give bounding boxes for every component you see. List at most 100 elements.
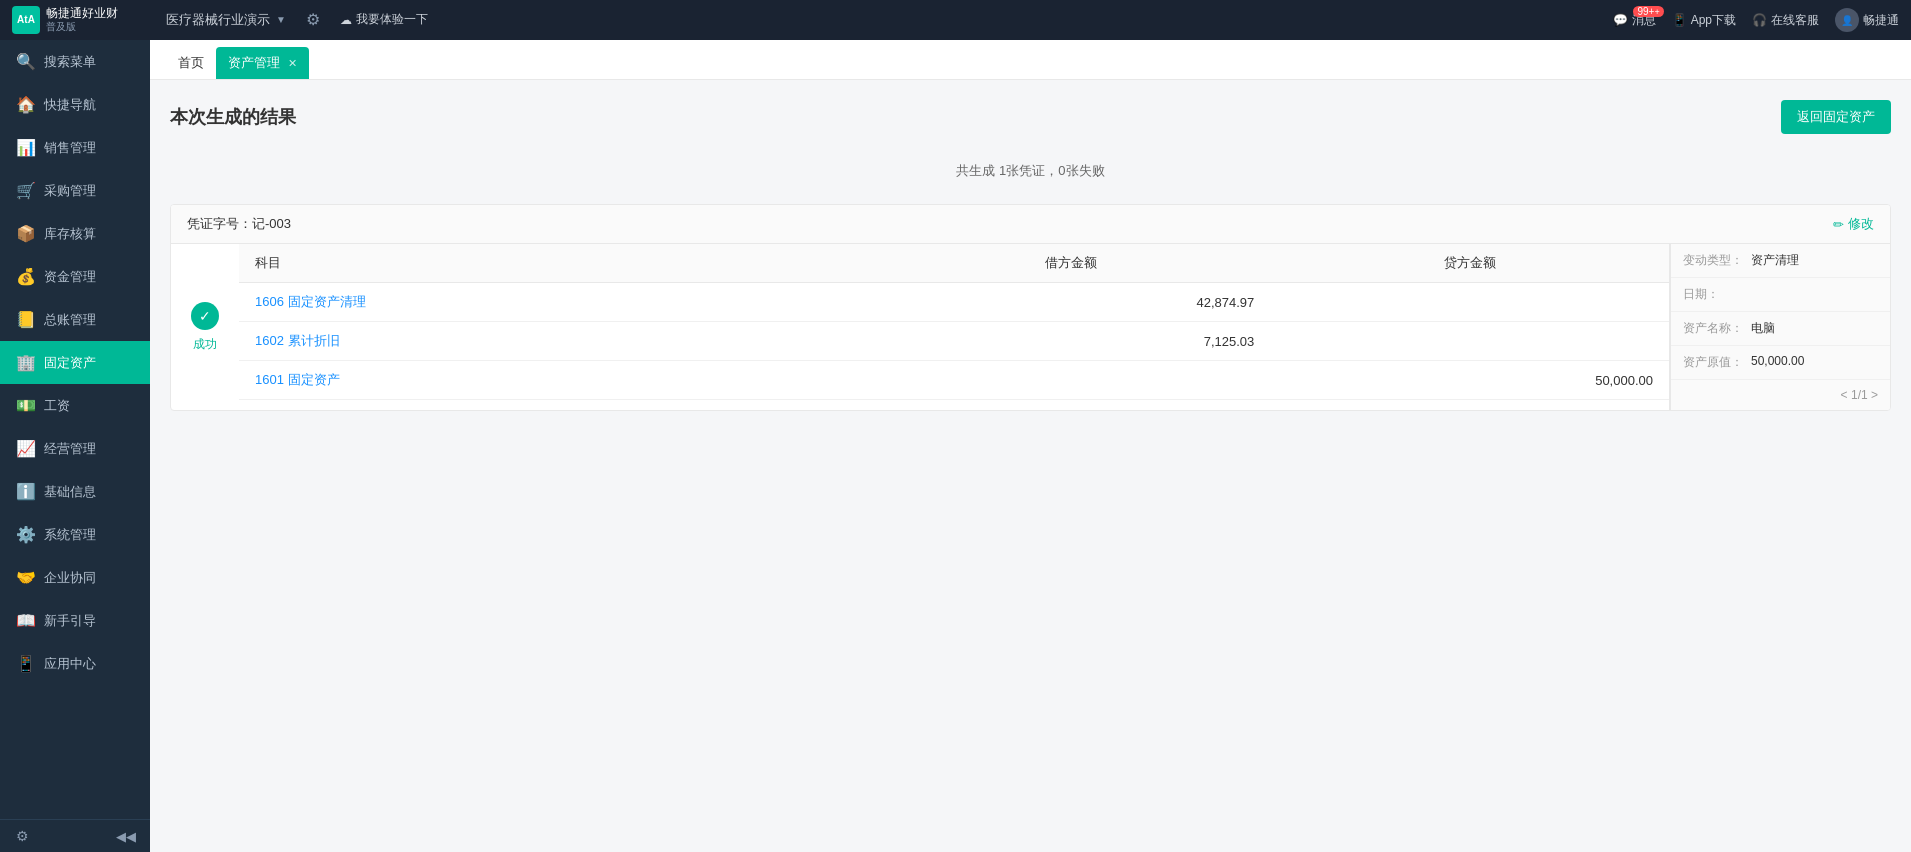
voucher-table: 科目 借方金额 贷方金额 1606 固定资产清理 42,874.97 (239, 244, 1670, 410)
logo-title: 畅捷通好业财 (46, 6, 118, 20)
pagination-text: 1/1 (1851, 388, 1871, 402)
sidebar-item-basic-info[interactable]: ℹ️ 基础信息 (0, 470, 150, 513)
bottom-settings-icon[interactable]: ⚙ (16, 828, 29, 844)
success-indicator: ✓ 成功 (171, 244, 239, 410)
online-service-button[interactable]: 🎧 在线客服 (1752, 12, 1819, 29)
phone-icon: 📱 (1672, 13, 1687, 27)
dropdown-arrow-icon: ▼ (276, 14, 286, 25)
tab-home[interactable]: 首页 (166, 47, 216, 79)
handshake-icon: 🤝 (16, 568, 34, 587)
content-area: 首页 资产管理 ✕ 本次生成的结果 返回固定资产 共生成 1张凭证，0张失败 (150, 40, 1911, 852)
next-page-button[interactable]: > (1871, 388, 1878, 402)
col-subject: 科目 (239, 244, 872, 283)
date-label: 日期： (1683, 286, 1719, 303)
trend-icon: 📈 (16, 439, 34, 458)
asset-name-label: 资产名称： (1683, 320, 1743, 337)
credit-cell (1270, 283, 1669, 322)
user-menu[interactable]: 👤 畅捷通 (1835, 8, 1899, 32)
sidebar-item-quicknav[interactable]: 🏠 快捷导航 (0, 83, 150, 126)
voucher-body: ✓ 成功 科目 借方金额 贷方金额 (171, 244, 1890, 410)
subject-cell: 1601 固定资产 (239, 361, 872, 400)
page-title-area: 本次生成的结果 返回固定资产 (170, 100, 1891, 134)
table-row: 1606 固定资产清理 42,874.97 (239, 283, 1669, 322)
sidebar-item-label: 固定资产 (44, 354, 96, 372)
sidebar-item-label: 搜索菜单 (44, 53, 96, 71)
debit-cell: 7,125.03 (872, 322, 1271, 361)
sidebar-item-search[interactable]: 🔍 搜索菜单 (0, 40, 150, 83)
col-credit: 贷方金额 (1270, 244, 1669, 283)
sidebar-item-ledger[interactable]: 📒 总账管理 (0, 298, 150, 341)
change-type-value: 资产清理 (1751, 252, 1799, 269)
sidebar-item-newbie[interactable]: 📖 新手引导 (0, 599, 150, 642)
return-fixed-assets-button[interactable]: 返回固定资产 (1781, 100, 1891, 134)
original-value-label: 资产原值： (1683, 354, 1743, 371)
app-icon: 📱 (16, 654, 34, 673)
sidebar-item-label: 基础信息 (44, 483, 96, 501)
change-type-row: 变动类型： 资产清理 (1671, 244, 1890, 278)
gear-icon: ⚙️ (16, 525, 34, 544)
experience-button[interactable]: ☁ 我要体验一下 (332, 11, 436, 28)
sidebar-item-label: 快捷导航 (44, 96, 96, 114)
box-icon: 📦 (16, 224, 34, 243)
success-check-icon: ✓ (191, 302, 219, 330)
tab-home-label: 首页 (178, 54, 204, 72)
original-value-value: 50,000.00 (1751, 354, 1804, 371)
sidebar-item-label: 资金管理 (44, 268, 96, 286)
date-row: 日期： (1671, 278, 1890, 312)
page-title: 本次生成的结果 (170, 105, 296, 129)
sidebar-item-system[interactable]: ⚙️ 系统管理 (0, 513, 150, 556)
voucher-header: 凭证字号：记-003 ✏ 修改 (171, 205, 1890, 244)
sidebar-item-payroll[interactable]: 💵 工资 (0, 384, 150, 427)
logo-text-area: 畅捷通好业财 普及版 (46, 6, 118, 34)
main-layout: 🔍 搜索菜单 🏠 快捷导航 📊 销售管理 🛒 采购管理 📦 库存核算 💰 (0, 40, 1911, 852)
logo-subtitle: 普及版 (46, 20, 118, 34)
subject-cell: 1602 累计折旧 (239, 322, 872, 361)
sidebar-item-finance[interactable]: 💰 资金管理 (0, 255, 150, 298)
voucher-edit-button[interactable]: ✏ 修改 (1833, 215, 1874, 233)
sidebar-item-app-center[interactable]: 📱 应用中心 (0, 642, 150, 685)
tab-asset-management[interactable]: 资产管理 ✕ (216, 47, 309, 79)
asset-name-value: 电脑 (1751, 320, 1775, 337)
wallet-icon: 💵 (16, 396, 34, 415)
tab-asset-management-label: 资产管理 (228, 54, 280, 72)
top-header: AtA 畅捷通好业财 普及版 医疗器械行业演示 ▼ ⚙ ☁ 我要体验一下 💬 消… (0, 0, 1911, 40)
sidebar-item-label: 工资 (44, 397, 70, 415)
header-right: 💬 消息 99++ 📱 App下载 🎧 在线客服 👤 畅捷通 (1613, 8, 1899, 32)
sidebar-scroll: 🔍 搜索菜单 🏠 快捷导航 📊 销售管理 🛒 采购管理 📦 库存核算 💰 (0, 40, 150, 819)
side-info-panel: 变动类型： 资产清理 日期： 资产名称： 电脑 资产原值： (1670, 244, 1890, 410)
logo-icon: AtA (12, 6, 40, 34)
search-icon: 🔍 (16, 52, 34, 71)
logo-area: AtA 畅捷通好业财 普及版 (0, 6, 150, 34)
sidebar-item-enterprise[interactable]: 🤝 企业协同 (0, 556, 150, 599)
building-icon: 🏢 (16, 353, 34, 372)
company-selector[interactable]: 医疗器械行业演示 ▼ (158, 11, 294, 29)
col-debit: 借方金额 (872, 244, 1271, 283)
sidebar-collapse-button[interactable]: ◀◀ (118, 828, 134, 844)
prev-page-button[interactable]: < (1841, 388, 1848, 402)
info-icon: ℹ️ (16, 482, 34, 501)
avatar: 👤 (1835, 8, 1859, 32)
sidebar-item-label: 销售管理 (44, 139, 96, 157)
tab-close-icon[interactable]: ✕ (288, 57, 297, 70)
cart-icon: 🛒 (16, 181, 34, 200)
messages-badge: 99++ (1633, 6, 1663, 17)
company-name: 医疗器械行业演示 (166, 11, 270, 29)
home-icon: 🏠 (16, 95, 34, 114)
sidebar: 🔍 搜索菜单 🏠 快捷导航 📊 销售管理 🛒 采购管理 📦 库存核算 💰 (0, 40, 150, 852)
edit-icon: ✏ (1833, 217, 1844, 232)
change-type-label: 变动类型： (1683, 252, 1743, 269)
sidebar-bottom: ⚙ ◀◀ (0, 819, 150, 852)
sidebar-item-fixed-assets[interactable]: 🏢 固定资产 (0, 341, 150, 384)
subject-cell: 1606 固定资产清理 (239, 283, 872, 322)
ledger-icon: 📒 (16, 310, 34, 329)
sidebar-item-label: 企业协同 (44, 569, 96, 587)
settings-icon[interactable]: ⚙ (302, 6, 324, 33)
sidebar-item-operations[interactable]: 📈 经营管理 (0, 427, 150, 470)
debit-cell: 42,874.97 (872, 283, 1271, 322)
summary-text: 共生成 1张凭证，0张失败 (956, 163, 1104, 178)
sidebar-item-purchase[interactable]: 🛒 采购管理 (0, 169, 150, 212)
sidebar-item-sales[interactable]: 📊 销售管理 (0, 126, 150, 169)
app-download-button[interactable]: 📱 App下载 (1672, 12, 1736, 29)
messages-button[interactable]: 💬 消息 99++ (1613, 12, 1656, 29)
sidebar-item-inventory[interactable]: 📦 库存核算 (0, 212, 150, 255)
